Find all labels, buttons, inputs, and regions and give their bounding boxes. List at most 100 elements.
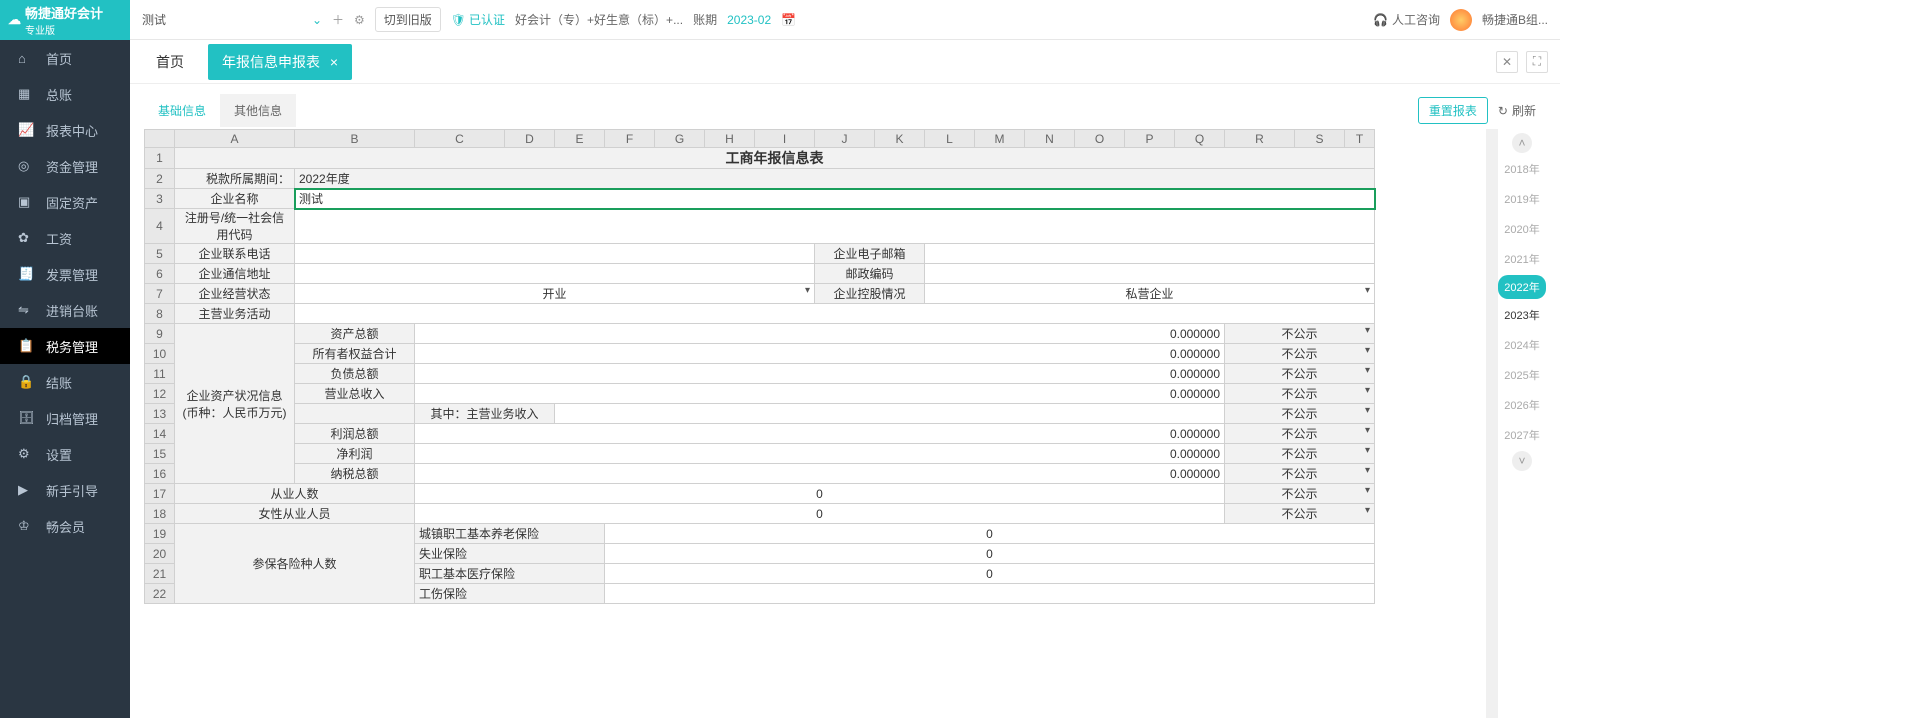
col-C[interactable]: C xyxy=(415,130,505,148)
disclose-total-assets[interactable]: 不公示 xyxy=(1225,324,1375,344)
col-T[interactable]: T xyxy=(1345,130,1375,148)
nav-tax[interactable]: 📋税务管理 xyxy=(0,328,130,364)
corner-cell[interactable] xyxy=(145,130,175,148)
year-2020[interactable]: 2020年 xyxy=(1504,215,1539,243)
support-link[interactable]: 🎧 人工咨询 xyxy=(1373,11,1440,28)
row-12[interactable]: 12 xyxy=(145,384,175,404)
row-21[interactable]: 21 xyxy=(145,564,175,584)
avatar[interactable] xyxy=(1450,9,1472,31)
col-L[interactable]: L xyxy=(925,130,975,148)
nav-guide[interactable]: ▶新手引导 xyxy=(0,472,130,508)
col-E[interactable]: E xyxy=(555,130,605,148)
company-selector[interactable]: 测试 ⌄ xyxy=(142,11,322,28)
switch-old-button[interactable]: 切到旧版 xyxy=(375,7,441,32)
row-5[interactable]: 5 xyxy=(145,244,175,264)
cell-postcode[interactable] xyxy=(925,264,1375,284)
nav-vip[interactable]: ♔畅会员 xyxy=(0,508,130,544)
cell-company-name[interactable]: 测试 xyxy=(295,189,1375,209)
fullscreen-button[interactable]: ⛶ xyxy=(1526,51,1548,73)
add-company-button[interactable]: ＋ xyxy=(332,11,344,28)
cell-ins-pension[interactable]: 0 xyxy=(605,524,1375,544)
disclose-total-tax[interactable]: 不公示 xyxy=(1225,464,1375,484)
col-H[interactable]: H xyxy=(705,130,755,148)
row-4[interactable]: 4 xyxy=(145,209,175,244)
row-13[interactable]: 13 xyxy=(145,404,175,424)
row-14[interactable]: 14 xyxy=(145,424,175,444)
disclose-total-rev[interactable]: 不公示 xyxy=(1225,384,1375,404)
vertical-scrollbar[interactable] xyxy=(1486,129,1498,718)
year-down-button[interactable]: ˅ xyxy=(1512,451,1532,471)
cell-main-rev[interactable] xyxy=(555,404,1225,424)
cell-total-rev[interactable]: 0.000000 xyxy=(415,384,1225,404)
cell-status[interactable]: 开业 xyxy=(295,284,815,304)
reset-report-button[interactable]: 重置报表 xyxy=(1418,97,1488,124)
nav-funds[interactable]: ◎资金管理 xyxy=(0,148,130,184)
col-F[interactable]: F xyxy=(605,130,655,148)
company-settings-button[interactable]: ⚙ xyxy=(354,13,365,27)
disclose-employees[interactable]: 不公示 xyxy=(1225,484,1375,504)
row-10[interactable]: 10 xyxy=(145,344,175,364)
row-8[interactable]: 8 xyxy=(145,304,175,324)
cell-total-tax[interactable]: 0.000000 xyxy=(415,464,1225,484)
cell-total-profit[interactable]: 0.000000 xyxy=(415,424,1225,444)
row-2[interactable]: 2 xyxy=(145,169,175,189)
col-I[interactable]: I xyxy=(755,130,815,148)
cell-net-profit[interactable]: 0.000000 xyxy=(415,444,1225,464)
cell-reg-no[interactable] xyxy=(295,209,1375,244)
col-O[interactable]: O xyxy=(1075,130,1125,148)
cell-address[interactable] xyxy=(295,264,815,284)
col-Q[interactable]: Q xyxy=(1175,130,1225,148)
cell-ins-medical[interactable]: 0 xyxy=(605,564,1375,584)
cell-ins-injury[interactable] xyxy=(605,584,1375,604)
col-R[interactable]: R xyxy=(1225,130,1295,148)
refresh-button[interactable]: ↻ 刷新 xyxy=(1488,98,1546,123)
nav-archive[interactable]: 🗄归档管理 xyxy=(0,400,130,436)
subtab-other[interactable]: 其他信息 xyxy=(220,94,296,127)
year-2025[interactable]: 2025年 xyxy=(1504,361,1539,389)
subtab-basic[interactable]: 基础信息 xyxy=(144,94,220,127)
year-2023[interactable]: 2023年 xyxy=(1504,301,1539,329)
col-A[interactable]: A xyxy=(175,130,295,148)
nav-closing[interactable]: 🔒结账 xyxy=(0,364,130,400)
row-11[interactable]: 11 xyxy=(145,364,175,384)
row-1[interactable]: 1 xyxy=(145,148,175,169)
col-S[interactable]: S xyxy=(1295,130,1345,148)
col-P[interactable]: P xyxy=(1125,130,1175,148)
disclose-net-profit[interactable]: 不公示 xyxy=(1225,444,1375,464)
year-2019[interactable]: 2019年 xyxy=(1504,185,1539,213)
year-2022[interactable]: 2022年 xyxy=(1498,275,1545,299)
close-all-button[interactable]: ✕ xyxy=(1496,51,1518,73)
nav-salary[interactable]: ✿工资 xyxy=(0,220,130,256)
nav-settings[interactable]: ⚙设置 xyxy=(0,436,130,472)
cell-holding[interactable]: 私营企业 xyxy=(925,284,1375,304)
disclose-owner-equity[interactable]: 不公示 xyxy=(1225,344,1375,364)
col-D[interactable]: D xyxy=(505,130,555,148)
row-20[interactable]: 20 xyxy=(145,544,175,564)
year-2018[interactable]: 2018年 xyxy=(1504,155,1539,183)
disclose-main-rev[interactable]: 不公示 xyxy=(1225,404,1375,424)
col-K[interactable]: K xyxy=(875,130,925,148)
cell-email[interactable] xyxy=(925,244,1375,264)
cell-owner-equity[interactable]: 0.000000 xyxy=(415,344,1225,364)
period-value[interactable]: 2023-02 xyxy=(727,13,771,27)
tab-annual-report[interactable]: 年报信息申报表 × xyxy=(208,44,352,80)
nav-home[interactable]: ⌂首页 xyxy=(0,40,130,76)
row-16[interactable]: 16 xyxy=(145,464,175,484)
cell-total-assets[interactable]: 0.000000 xyxy=(415,324,1225,344)
cell-ins-unemp[interactable]: 0 xyxy=(605,544,1375,564)
cell-phone[interactable] xyxy=(295,244,815,264)
cell-female-emp[interactable]: 0 xyxy=(415,504,1225,524)
nav-invoice[interactable]: 🧾发票管理 xyxy=(0,256,130,292)
cell-main-biz[interactable] xyxy=(295,304,1375,324)
row-3[interactable]: 3 xyxy=(145,189,175,209)
nav-inventory[interactable]: ⇋进销台账 xyxy=(0,292,130,328)
row-22[interactable]: 22 xyxy=(145,584,175,604)
tab-home[interactable]: 首页 xyxy=(142,44,198,80)
disclose-total-liab[interactable]: 不公示 xyxy=(1225,364,1375,384)
nav-reports[interactable]: 📈报表中心 xyxy=(0,112,130,148)
nav-ledger[interactable]: ▦总账 xyxy=(0,76,130,112)
year-2026[interactable]: 2026年 xyxy=(1504,391,1539,419)
year-2021[interactable]: 2021年 xyxy=(1504,245,1539,273)
nav-fixed-assets[interactable]: ▣固定资产 xyxy=(0,184,130,220)
col-B[interactable]: B xyxy=(295,130,415,148)
